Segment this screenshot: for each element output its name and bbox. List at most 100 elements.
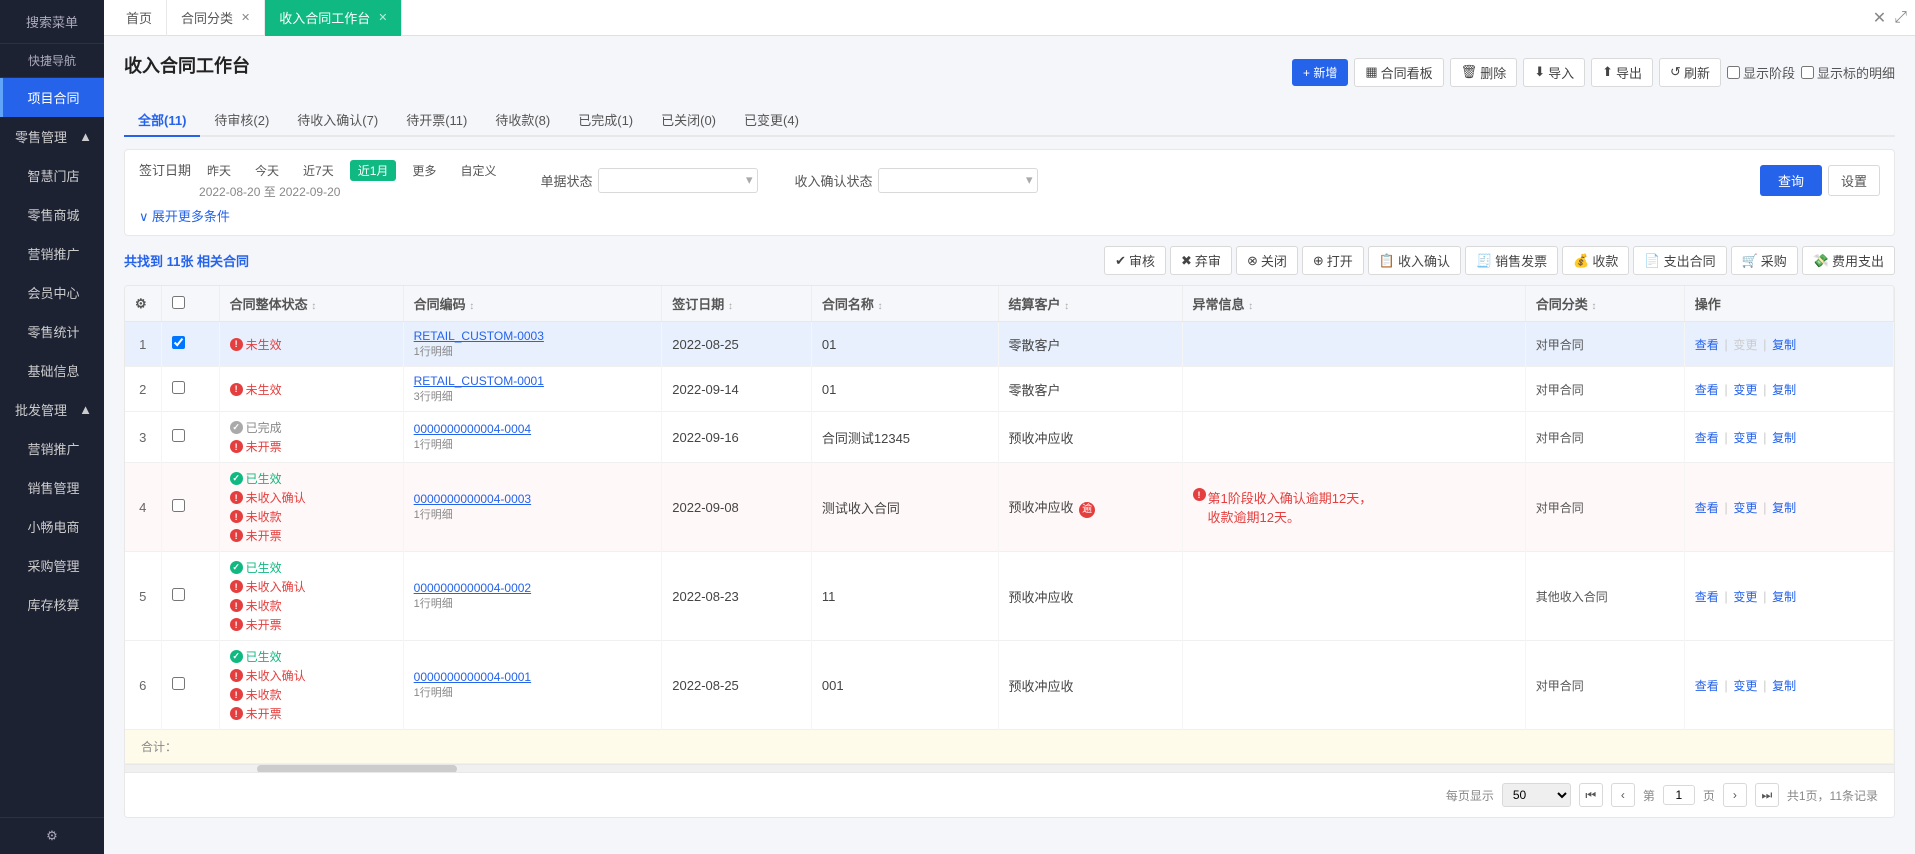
date-btn-more[interactable]: 更多: [404, 160, 444, 181]
delete-button[interactable]: 🗑 删除: [1450, 58, 1518, 87]
show-detail-checkbox[interactable]: 显示标的明细: [1801, 63, 1895, 82]
select-all-checkbox[interactable]: [172, 296, 185, 309]
sidebar-item-wholesale-mgmt[interactable]: 批发管理▲: [0, 390, 104, 429]
op-copy-2[interactable]: 复制: [1772, 383, 1796, 397]
row-checkbox-3[interactable]: [172, 429, 185, 442]
op-view-3[interactable]: 查看: [1695, 431, 1719, 445]
horizontal-scrollbar[interactable]: [125, 764, 1894, 772]
sidebar-item-purchase-mgmt[interactable]: 采购管理: [0, 546, 104, 585]
tab-contract-category[interactable]: 合同分类 ✕: [167, 0, 265, 36]
sidebar-item-member-center[interactable]: 会员中心: [0, 273, 104, 312]
op-view-4[interactable]: 查看: [1695, 501, 1719, 515]
setting-button[interactable]: 设置: [1828, 165, 1880, 196]
contract-link-1[interactable]: RETAIL_CUSTOM-0003: [414, 329, 652, 343]
op-copy-4[interactable]: 复制: [1772, 501, 1796, 515]
op-copy-5[interactable]: 复制: [1772, 590, 1796, 604]
op-edit-2[interactable]: 变更: [1733, 383, 1757, 397]
tab-contract-category-close[interactable]: ✕: [241, 11, 250, 24]
page-input[interactable]: [1663, 785, 1695, 805]
date-btn-yesterday[interactable]: 昨天: [199, 160, 239, 181]
sidebar-item-inventory[interactable]: 库存核算: [0, 585, 104, 624]
abandon-review-button[interactable]: ✖ 弃审: [1170, 246, 1232, 275]
op-copy-3[interactable]: 复制: [1772, 431, 1796, 445]
row-checkbox-5[interactable]: [172, 588, 185, 601]
filter-tab-pending-payment[interactable]: 待收款(8): [481, 104, 564, 137]
tab-home[interactable]: 首页: [112, 0, 167, 36]
last-page-button[interactable]: ⏭: [1755, 783, 1779, 807]
filter-tab-completed[interactable]: 已完成(1): [564, 104, 647, 137]
op-copy-1[interactable]: 复制: [1772, 338, 1796, 352]
contract-link-5[interactable]: 0000000000004-0002: [414, 581, 652, 595]
op-edit-6[interactable]: 变更: [1733, 679, 1757, 693]
sidebar-item-marketing-promo2[interactable]: 营销推广: [0, 429, 104, 468]
add-button[interactable]: + 新增: [1292, 59, 1348, 86]
cell-check-2[interactable]: [161, 367, 219, 412]
contract-link-6[interactable]: 0000000000004-0001: [414, 670, 652, 684]
op-view-5[interactable]: 查看: [1695, 590, 1719, 604]
sidebar-settings[interactable]: ⚙: [0, 817, 104, 854]
per-page-select[interactable]: 50 100: [1502, 783, 1571, 807]
row-checkbox-6[interactable]: [172, 677, 185, 690]
sales-invoice-button[interactable]: 🧾 销售发票: [1465, 246, 1558, 275]
filter-tab-changed[interactable]: 已变更(4): [730, 104, 813, 137]
filter-tab-pending-review[interactable]: 待审核(2): [200, 104, 283, 137]
op-edit-1[interactable]: 变更: [1733, 338, 1757, 352]
op-edit-3[interactable]: 变更: [1733, 431, 1757, 445]
col-settings[interactable]: ⚙: [125, 286, 161, 322]
expense-contract-button[interactable]: 📄 支出合同: [1633, 246, 1726, 275]
date-btn-1month[interactable]: 近1月: [350, 160, 397, 181]
sidebar-item-xiaochang-ecom[interactable]: 小畅电商: [0, 507, 104, 546]
export-button[interactable]: ⬆ 导出: [1591, 58, 1653, 87]
sidebar-item-basic-info[interactable]: 基础信息: [0, 351, 104, 390]
open-contract-button[interactable]: ⊕ 打开: [1302, 246, 1364, 275]
op-view-6[interactable]: 查看: [1695, 679, 1719, 693]
sidebar-nav[interactable]: 快捷导航: [0, 44, 104, 78]
tab-income-workbench-close[interactable]: ✕: [378, 11, 387, 24]
date-btn-custom[interactable]: 自定义: [452, 160, 504, 181]
window-maximize-icon[interactable]: ⤢: [1894, 9, 1907, 27]
expense-out-button[interactable]: 💸 费用支出: [1802, 246, 1895, 275]
query-button[interactable]: 查询: [1760, 165, 1822, 196]
show-fields-checkbox[interactable]: 显示阶段: [1727, 63, 1795, 82]
sidebar-item-retail-stats[interactable]: 零售统计: [0, 312, 104, 351]
op-view-1[interactable]: 查看: [1695, 338, 1719, 352]
cell-check-6[interactable]: [161, 641, 219, 730]
prev-page-button[interactable]: ‹: [1611, 783, 1635, 807]
expand-more-btn[interactable]: ∨ 展开更多条件: [139, 210, 230, 224]
first-page-button[interactable]: ⏮: [1579, 783, 1603, 807]
kanban-button[interactable]: ▦ 合同看板: [1354, 58, 1443, 87]
sidebar-item-smart-store[interactable]: 智慧门店: [0, 156, 104, 195]
contract-link-3[interactable]: 0000000000004-0004: [414, 422, 652, 436]
contract-link-2[interactable]: RETAIL_CUSTOM-0001: [414, 374, 652, 388]
op-view-2[interactable]: 查看: [1695, 383, 1719, 397]
show-detail-input[interactable]: [1801, 66, 1814, 79]
next-page-button[interactable]: ›: [1723, 783, 1747, 807]
purchase-button[interactable]: 🛒 采购: [1731, 246, 1798, 275]
cell-check-5[interactable]: [161, 552, 219, 641]
row-checkbox-2[interactable]: [172, 381, 185, 394]
sidebar-item-marketing-promo[interactable]: 营销推广: [0, 234, 104, 273]
window-close-icon[interactable]: ✕: [1873, 8, 1886, 28]
sidebar-item-retail-mall[interactable]: 零售商城: [0, 195, 104, 234]
status-select[interactable]: [598, 168, 758, 193]
contract-link-4[interactable]: 0000000000004-0003: [414, 492, 652, 506]
filter-tab-closed[interactable]: 已关闭(0): [647, 104, 730, 137]
row-checkbox-4[interactable]: [172, 499, 185, 512]
confirm-select[interactable]: [878, 168, 1038, 193]
cell-check-3[interactable]: [161, 412, 219, 463]
payment-button[interactable]: 💰 收款: [1562, 246, 1629, 275]
row-checkbox-1[interactable]: [172, 336, 185, 349]
tab-income-workbench[interactable]: 收入合同工作台 ✕: [265, 0, 402, 36]
op-edit-4[interactable]: 变更: [1733, 501, 1757, 515]
cell-check-4[interactable]: [161, 463, 219, 552]
sidebar-item-project-contract[interactable]: 项目合同: [0, 78, 104, 117]
refresh-button[interactable]: ↺ 刷新: [1659, 58, 1721, 87]
filter-tab-pending-invoice[interactable]: 待开票(11): [392, 104, 481, 137]
income-confirm-button[interactable]: 📋 收入确认: [1368, 246, 1461, 275]
sidebar-search[interactable]: 搜索菜单: [0, 0, 104, 44]
op-edit-5[interactable]: 变更: [1733, 590, 1757, 604]
import-button[interactable]: ⬇ 导入: [1523, 58, 1585, 87]
filter-tab-pending-confirm[interactable]: 待收入确认(7): [283, 104, 392, 137]
date-btn-today[interactable]: 今天: [247, 160, 287, 181]
op-copy-6[interactable]: 复制: [1772, 679, 1796, 693]
